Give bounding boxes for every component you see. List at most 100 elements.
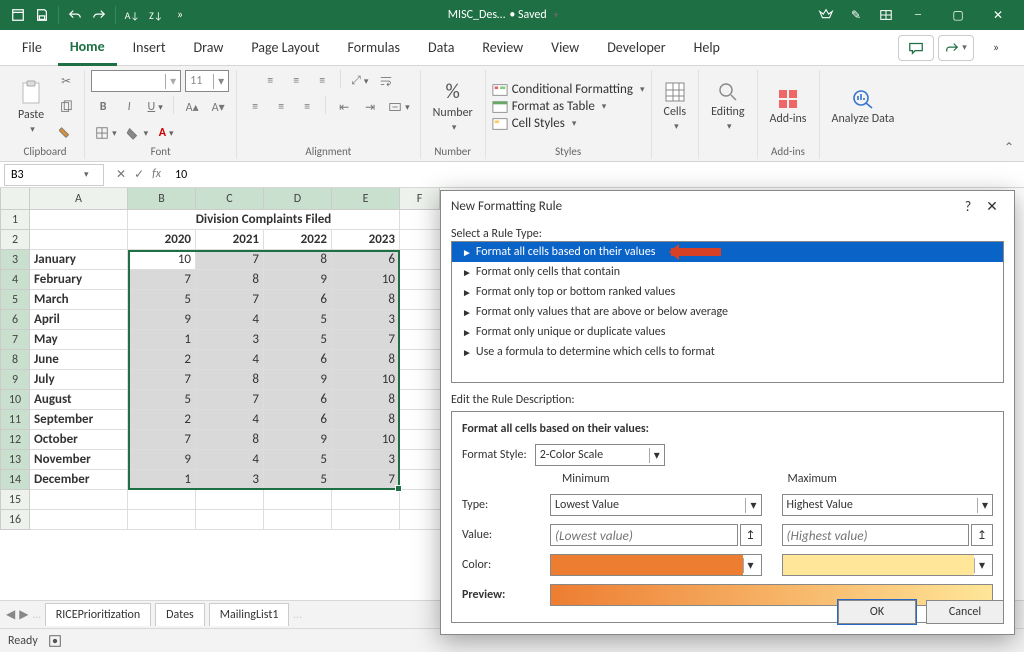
decrease-indent-button[interactable]: ⇤ xyxy=(332,96,356,118)
year-cell[interactable]: 2022 xyxy=(264,230,332,250)
rule-type-list[interactable]: ►Format all cells based on their values … xyxy=(451,241,1004,383)
month-cell[interactable]: April xyxy=(30,310,128,330)
data-cell[interactable]: 7 xyxy=(196,250,264,270)
addins-button[interactable]: Add-ins xyxy=(764,86,813,128)
data-cell[interactable]: 2 xyxy=(128,350,196,370)
row-header[interactable]: 13 xyxy=(0,450,30,470)
cell[interactable] xyxy=(332,510,400,530)
data-cell[interactable]: 7 xyxy=(128,270,196,290)
data-cell[interactable]: 8 xyxy=(332,410,400,430)
data-cell[interactable]: 8 xyxy=(264,250,332,270)
row-header[interactable]: 4 xyxy=(0,270,30,290)
format-style-combo[interactable]: 2-Color Scale▾ xyxy=(535,444,665,466)
name-box-input[interactable] xyxy=(11,168,81,182)
maximize-button[interactable]: ▢ xyxy=(938,0,978,30)
sheet-tab[interactable]: Dates xyxy=(155,603,205,626)
tab-view[interactable]: View xyxy=(539,31,591,64)
minimize-button[interactable]: ─ xyxy=(898,0,938,30)
title-dropdown-icon[interactable]: ▾ xyxy=(554,10,559,21)
col-header-c[interactable]: C xyxy=(196,188,264,210)
month-cell[interactable]: March xyxy=(30,290,128,310)
bold-button[interactable]: B xyxy=(91,96,115,118)
max-color-picker[interactable]: ▾ xyxy=(782,554,994,576)
cell-styles-button[interactable]: Cell Styles▾ xyxy=(492,116,577,131)
sort-asc-icon[interactable]: A↓ xyxy=(120,3,144,27)
tab-insert[interactable]: Insert xyxy=(121,31,178,64)
cell[interactable] xyxy=(128,490,196,510)
data-cell[interactable]: 9 xyxy=(128,450,196,470)
row-header[interactable]: 12 xyxy=(0,430,30,450)
col-header-e[interactable]: E xyxy=(332,188,400,210)
row-header[interactable]: 8 xyxy=(0,350,30,370)
cell[interactable] xyxy=(264,490,332,510)
max-value-input[interactable] xyxy=(782,524,970,546)
wrap-text-button[interactable] xyxy=(374,70,398,92)
font-name-combo[interactable]: ▾ xyxy=(91,70,181,92)
cell[interactable] xyxy=(30,210,128,230)
data-cell[interactable]: 5 xyxy=(264,450,332,470)
cancel-button[interactable]: Cancel xyxy=(926,600,1004,624)
undo-icon[interactable] xyxy=(63,3,87,27)
col-header-b[interactable]: B xyxy=(128,188,196,210)
data-cell[interactable]: 6 xyxy=(264,410,332,430)
qa-overflow-icon[interactable]: » xyxy=(168,3,192,27)
sheet-tab[interactable]: RICEPrioritization xyxy=(45,603,151,626)
data-cell[interactable]: 7 xyxy=(196,290,264,310)
enter-entry-icon[interactable]: ✓ xyxy=(134,167,144,182)
macro-record-icon[interactable] xyxy=(48,634,62,648)
data-cell[interactable]: 9 xyxy=(264,370,332,390)
data-cell[interactable]: 4 xyxy=(196,310,264,330)
data-cell[interactable]: 7 xyxy=(332,470,400,490)
max-type-combo[interactable]: Highest Value▾ xyxy=(782,494,994,516)
data-cell[interactable]: 7 xyxy=(128,370,196,390)
row-header[interactable]: 9 xyxy=(0,370,30,390)
cell[interactable] xyxy=(128,510,196,530)
align-bottom-button[interactable]: ≡ xyxy=(310,70,334,92)
rule-type-item[interactable]: ►Use a formula to determine which cells … xyxy=(452,342,1003,362)
format-as-table-button[interactable]: Format as Table▾ xyxy=(492,99,607,114)
analyze-data-button[interactable]: Analyze Data xyxy=(826,86,901,128)
underline-button[interactable]: U▾ xyxy=(143,96,167,118)
tab-review[interactable]: Review xyxy=(470,31,535,64)
data-cell[interactable]: 7 xyxy=(332,330,400,350)
data-cell[interactable]: 3 xyxy=(196,330,264,350)
row-header[interactable]: 1 xyxy=(0,210,30,230)
rule-type-item[interactable]: ►Format only top or bottom ranked values xyxy=(452,282,1003,302)
sheet-tab[interactable]: MailingList1 xyxy=(209,603,290,626)
tab-overflow-icon[interactable]: » xyxy=(978,35,1014,61)
conditional-formatting-button[interactable]: Conditional Formatting▾ xyxy=(492,82,645,97)
data-cell[interactable]: 4 xyxy=(196,410,264,430)
cell[interactable] xyxy=(30,230,128,250)
row-header[interactable]: 11 xyxy=(0,410,30,430)
cell[interactable] xyxy=(30,490,128,510)
borders-button[interactable]: ▾ xyxy=(91,122,121,144)
tab-draw[interactable]: Draw xyxy=(182,31,236,64)
sparkle-icon[interactable]: ✎ xyxy=(844,3,868,27)
close-window-button[interactable]: ✕ xyxy=(978,0,1018,30)
merge-center-button[interactable]: ▾ xyxy=(384,96,414,118)
fill-color-button[interactable]: ▾ xyxy=(123,122,153,144)
align-center-button[interactable]: ≡ xyxy=(269,96,293,118)
data-cell[interactable]: 7 xyxy=(196,390,264,410)
data-cell[interactable]: 4 xyxy=(196,350,264,370)
cell[interactable] xyxy=(30,510,128,530)
data-cell[interactable]: 10 xyxy=(332,430,400,450)
col-header-f[interactable]: F xyxy=(400,188,440,210)
align-right-button[interactable]: ≡ xyxy=(295,96,319,118)
data-cell[interactable]: 4 xyxy=(196,450,264,470)
align-middle-button[interactable]: ≡ xyxy=(284,70,308,92)
month-cell[interactable]: June xyxy=(30,350,128,370)
row-header[interactable]: 2 xyxy=(0,230,30,250)
italic-button[interactable]: I xyxy=(117,96,141,118)
month-cell[interactable]: November xyxy=(30,450,128,470)
align-left-button[interactable]: ≡ xyxy=(243,96,267,118)
tab-formulas[interactable]: Formulas xyxy=(336,31,412,64)
data-cell[interactable]: 10 xyxy=(332,270,400,290)
data-cell[interactable]: 8 xyxy=(332,290,400,310)
cell[interactable] xyxy=(264,510,332,530)
year-cell[interactable]: 2020 xyxy=(128,230,196,250)
month-cell[interactable]: December xyxy=(30,470,128,490)
data-cell[interactable]: 5 xyxy=(264,470,332,490)
tab-developer[interactable]: Developer xyxy=(595,31,677,64)
editing-button[interactable]: Editing▾ xyxy=(705,79,750,134)
